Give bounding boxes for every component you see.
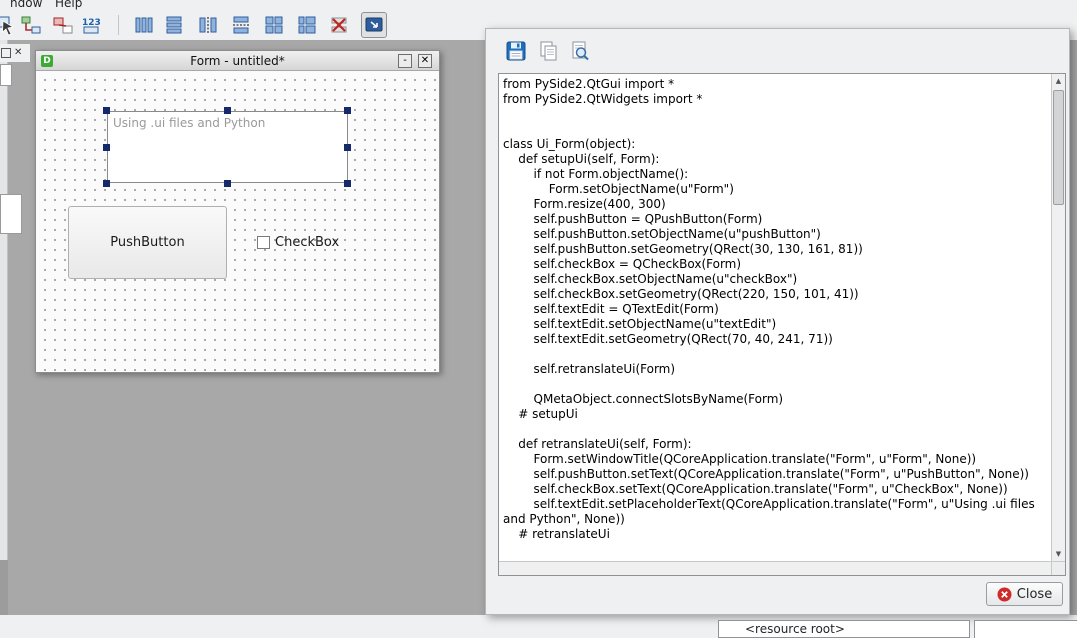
save-icon[interactable] bbox=[503, 38, 529, 64]
form-minimize-button[interactable]: - bbox=[398, 54, 412, 68]
scroll-up-icon[interactable]: ▲ bbox=[1052, 74, 1065, 88]
selection-handle-right[interactable] bbox=[344, 144, 351, 151]
scroll-down-icon[interactable]: ▼ bbox=[1052, 547, 1065, 561]
selection-handle-bottom[interactable] bbox=[224, 180, 231, 187]
generated-python-code[interactable]: from PySide2.QtGui import * from PySide2… bbox=[499, 74, 1051, 561]
scrollbar-thumb[interactable] bbox=[1053, 90, 1064, 205]
vertical-scrollbar[interactable]: ▲ ▼ bbox=[1051, 74, 1065, 561]
toolbar-separator bbox=[118, 15, 119, 35]
form-window-title: Form - untitled* bbox=[36, 54, 439, 68]
code-text-area[interactable]: from PySide2.QtGui import * from PySide2… bbox=[498, 73, 1066, 576]
python-code-dialog: from PySide2.QtGui import * from PySide2… bbox=[485, 28, 1070, 615]
layout-horizontal-splitter-icon[interactable] bbox=[195, 12, 221, 38]
layout-vertical-icon[interactable] bbox=[161, 12, 187, 38]
checkbox-widget[interactable]: CheckBox bbox=[257, 235, 339, 250]
dock-float-icon[interactable] bbox=[1, 48, 11, 58]
selection-handle-top[interactable] bbox=[224, 107, 231, 114]
textedit-placeholder-text: Using .ui files and Python bbox=[113, 116, 265, 130]
scrollbar-corner bbox=[1051, 561, 1065, 575]
qt-designer-main-window: ndow Help 123 bbox=[0, 0, 1077, 638]
pushbutton-widget[interactable]: PushButton bbox=[68, 206, 227, 279]
widget-filter-fragment[interactable] bbox=[0, 64, 12, 86]
break-layout-icon[interactable] bbox=[326, 12, 352, 38]
selection-handle-bottom-right[interactable] bbox=[344, 180, 351, 187]
widget-list-fragment[interactable] bbox=[0, 194, 22, 234]
adjust-size-icon[interactable] bbox=[361, 12, 387, 38]
menu-item-help[interactable]: Help bbox=[55, 0, 82, 10]
menu-item-window[interactable]: ndow bbox=[10, 0, 42, 10]
close-circle-icon bbox=[997, 587, 1012, 602]
textedit-widget[interactable]: Using .ui files and Python bbox=[107, 111, 348, 183]
form-close-button[interactable]: ✕ bbox=[418, 54, 432, 68]
layout-horizontal-icon[interactable] bbox=[131, 12, 157, 38]
selection-handle-bottom-left[interactable] bbox=[103, 180, 110, 187]
layout-form-icon[interactable] bbox=[294, 12, 320, 38]
dock-titlebar-fragment: ✕ bbox=[0, 44, 30, 62]
layout-vertical-splitter-icon[interactable] bbox=[228, 12, 254, 38]
copy-icon[interactable] bbox=[536, 38, 562, 64]
close-button-label: Close bbox=[1017, 587, 1052, 602]
designer-form-icon: D bbox=[41, 55, 53, 67]
checkbox-label: CheckBox bbox=[275, 235, 339, 250]
resource-panel-fragment bbox=[974, 620, 1077, 638]
selection-handle-left[interactable] bbox=[103, 144, 110, 151]
dock-fragment bbox=[0, 560, 8, 615]
menu-bar: ndow Help bbox=[0, 0, 1077, 10]
dock-close-icon[interactable]: ✕ bbox=[14, 48, 22, 58]
checkbox-indicator[interactable] bbox=[257, 236, 270, 249]
form-window-titlebar[interactable]: D Form - untitled* - ✕ bbox=[36, 51, 439, 71]
selection-handle-top-right[interactable] bbox=[344, 107, 351, 114]
horizontal-scrollbar[interactable] bbox=[499, 561, 1051, 575]
form-editor-window: D Form - untitled* - ✕ Using .ui files a… bbox=[35, 50, 440, 373]
close-button[interactable]: Close bbox=[986, 582, 1063, 606]
edit-signals-slots-icon[interactable] bbox=[18, 12, 44, 38]
resource-root-item[interactable]: <resource root> bbox=[718, 620, 970, 638]
edit-tab-order-icon[interactable]: 123 bbox=[80, 12, 106, 38]
find-icon[interactable] bbox=[567, 38, 593, 64]
layout-grid-icon[interactable] bbox=[261, 12, 287, 38]
left-dock-rail bbox=[0, 40, 8, 615]
selection-handle-top-left[interactable] bbox=[103, 107, 110, 114]
edit-widgets-icon[interactable] bbox=[0, 12, 18, 38]
edit-buddies-icon[interactable] bbox=[50, 12, 76, 38]
